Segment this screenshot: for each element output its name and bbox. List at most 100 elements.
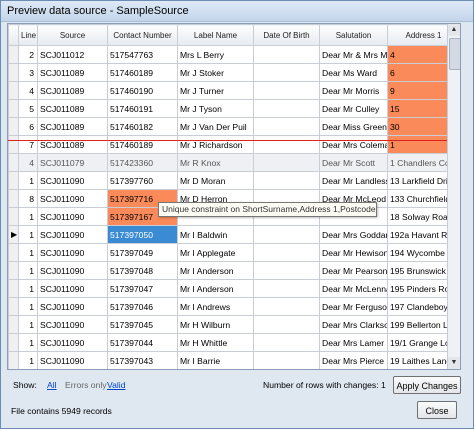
cell-source[interactable]: SCJ011090 — [37, 225, 108, 244]
cell-contact[interactable]: 517397760 — [107, 171, 178, 190]
cell-dob[interactable] — [253, 315, 320, 334]
cell-source[interactable]: SCJ011090 — [38, 370, 108, 371]
cell-line[interactable]: 3 — [18, 63, 38, 82]
cell-line[interactable]: 4 — [18, 81, 38, 100]
cell-label[interactable]: Mr H Watson — [178, 370, 254, 371]
cell-salutation[interactable]: Dear Mr Landless — [319, 171, 388, 190]
cell-salutation[interactable]: Dear Mr & Mrs M... — [319, 45, 388, 64]
scroll-up-icon[interactable]: ▲ — [448, 24, 460, 36]
table-row[interactable]: 4 SCJ011089 517460190 Mr J Turner Dear Mr Mo… — [8, 81, 460, 100]
cell-line[interactable]: 1 — [18, 333, 38, 352]
cell-contact[interactable]: 517460189 — [107, 135, 178, 154]
col-header-line[interactable]: Line N — [18, 24, 38, 46]
cell-dob[interactable] — [253, 63, 320, 82]
cell-salutation[interactable]: Dear Mrs Goddard — [319, 225, 388, 244]
table-row[interactable]: 1 SCJ011090 517397047 Mr I Anderson Dear Mr … — [8, 279, 460, 298]
cell-contact[interactable]: 517397045 — [107, 315, 178, 334]
cell-contact[interactable]: 517397043 — [107, 351, 178, 369]
cell-salutation[interactable]: Dear Ms Ward — [319, 63, 388, 82]
cell-label[interactable]: Mr I Anderson — [177, 261, 254, 280]
col-header-label[interactable]: Label Name — [177, 24, 254, 46]
cell-dob[interactable] — [253, 351, 320, 369]
cell-source[interactable]: SCJ011090 — [37, 297, 108, 316]
cell-dob[interactable] — [253, 333, 320, 352]
table-row[interactable]: 2 SCJ011012 517547763 Mrs L Berry Dear Mr & … — [8, 45, 460, 64]
cell-source[interactable]: SCJ011012 — [37, 45, 108, 64]
vertical-scrollbar[interactable]: ▲ ▼ — [447, 24, 460, 369]
cell-source[interactable]: SCJ011090 — [37, 351, 108, 369]
cell-dob[interactable] — [253, 279, 320, 298]
cell-line[interactable]: 4 — [18, 153, 38, 172]
cell-source[interactable]: SCJ011090 — [37, 279, 108, 298]
cell-line[interactable]: 1 — [18, 261, 38, 280]
table-row[interactable]: 1 SCJ011090 517397044 Mr H Whittle Dear Mrs … — [8, 333, 460, 352]
cell-source[interactable]: SCJ011089 — [37, 81, 108, 100]
cell-contact[interactable]: 517397044 — [107, 333, 178, 352]
cell-salutation[interactable]: Dear Mr Pearson — [319, 261, 388, 280]
cell-salutation[interactable]: Dear Mrs Pierce — [319, 351, 388, 369]
cell-line[interactable]: 1 — [18, 225, 38, 244]
table-row[interactable]: 6 SCJ011089 517460182 Mr J Van Der Puil Dear… — [8, 117, 460, 136]
cell-dob[interactable] — [253, 99, 320, 118]
filter-errors-link[interactable]: Errors only — [65, 380, 107, 390]
col-header-salutation[interactable]: Salutation — [319, 24, 388, 46]
table-row[interactable]: 1 SCJ011090 517397048 Mr I Anderson Dear Mr … — [8, 261, 460, 280]
cell-salutation[interactable]: Dear Mr Morris — [319, 81, 388, 100]
cell-contact[interactable]: 517397049 — [107, 243, 178, 262]
table-row[interactable]: 1 SCJ011090 517397043 Mr I Barrie Dear Mrs P… — [8, 351, 460, 369]
cell-source[interactable]: SCJ011090 — [37, 189, 108, 208]
cell-dob[interactable] — [253, 243, 320, 262]
cell-label[interactable]: Mr J Stoker — [177, 63, 254, 82]
cell-source[interactable]: SCJ011089 — [37, 135, 108, 154]
cell-dob[interactable] — [253, 261, 320, 280]
cell-line[interactable]: 1 — [18, 243, 38, 262]
cell-line[interactable]: 1 — [19, 370, 38, 371]
cell-dob[interactable] — [253, 171, 320, 190]
cell-contact[interactable]: 517397048 — [107, 261, 178, 280]
cell-label[interactable]: Mr R Knox — [177, 153, 254, 172]
cell-line[interactable]: 1 — [18, 171, 38, 190]
cell-address[interactable]: 19 Mamion Road — [388, 370, 460, 371]
cell-line[interactable]: 5 — [18, 99, 38, 118]
cell-label[interactable]: Mr J Tyson — [177, 99, 254, 118]
cell-salutation[interactable]: Dear Mrs Coleman — [319, 135, 388, 154]
cell-label[interactable]: Mrs L Berry — [177, 45, 254, 64]
cell-source[interactable]: SCJ011090 — [37, 243, 108, 262]
cell-contact[interactable]: 517397042 — [108, 370, 178, 371]
cell-line[interactable]: 1 — [18, 315, 38, 334]
cell-source[interactable]: SCJ011089 — [37, 63, 108, 82]
cell-source[interactable]: SCJ011090 — [37, 315, 108, 334]
cell-dob[interactable] — [253, 153, 320, 172]
cell-source[interactable]: SCJ011079 — [37, 153, 108, 172]
cell-salutation[interactable]: Dear Mr Hewison — [319, 243, 388, 262]
table-row[interactable]: 1 SCJ011090 517397049 Mr I Applegate Dear Mr… — [8, 243, 460, 262]
table-row[interactable]: 4 SCJ011079 517423360 Mr R Knox Dear Mr Scot… — [8, 153, 460, 172]
table-row[interactable]: ▶ 1 SCJ011090 517397050 Mr I Baldwin Dear Mrs… — [8, 225, 460, 244]
cell-source[interactable]: SCJ011090 — [37, 261, 108, 280]
cell-salutation[interactable]: Dear Mr Jenkinson — [320, 370, 388, 371]
table-row[interactable]: 1 SCJ011090 517397045 Mr H Wilburn Dear Mrs … — [8, 315, 460, 334]
cell-label[interactable]: Mr I Applegate — [177, 243, 254, 262]
close-button[interactable]: Close — [417, 401, 457, 419]
cell-line[interactable]: 6 — [18, 117, 38, 136]
cell-dob[interactable] — [254, 370, 320, 371]
cell-dob[interactable] — [253, 45, 320, 64]
cell-source[interactable]: SCJ011089 — [37, 117, 108, 136]
cell-contact[interactable]: 517460191 — [107, 99, 178, 118]
table-row[interactable]: 3 SCJ011089 517460189 Mr J Stoker Dear Ms Wa… — [8, 63, 460, 82]
cell-label[interactable]: Mr I Anderson — [177, 279, 254, 298]
col-header-contact[interactable]: Contact Number — [107, 24, 178, 46]
cell-dob[interactable] — [253, 117, 320, 136]
apply-changes-button[interactable]: Apply Changes — [393, 376, 461, 394]
cell-salutation[interactable]: Dear Mr Culley — [319, 99, 388, 118]
col-header-source[interactable]: Source — [37, 24, 108, 46]
cell-label[interactable]: Mr H Whittle — [177, 333, 254, 352]
cell-line[interactable]: 1 — [18, 297, 38, 316]
table-row[interactable]: 1SCJ011090517397042Mr H Watson Dear Mr Je… — [9, 370, 460, 371]
col-header-dob[interactable]: Date Of Birth — [253, 24, 320, 46]
cell-line[interactable]: 8 — [18, 189, 38, 208]
cell-salutation[interactable]: Dear Mrs Lamer — [319, 333, 388, 352]
cell-source[interactable]: SCJ011089 — [37, 99, 108, 118]
cell-contact[interactable]: 517397050 — [107, 225, 178, 244]
cell-contact[interactable]: 517397046 — [107, 297, 178, 316]
